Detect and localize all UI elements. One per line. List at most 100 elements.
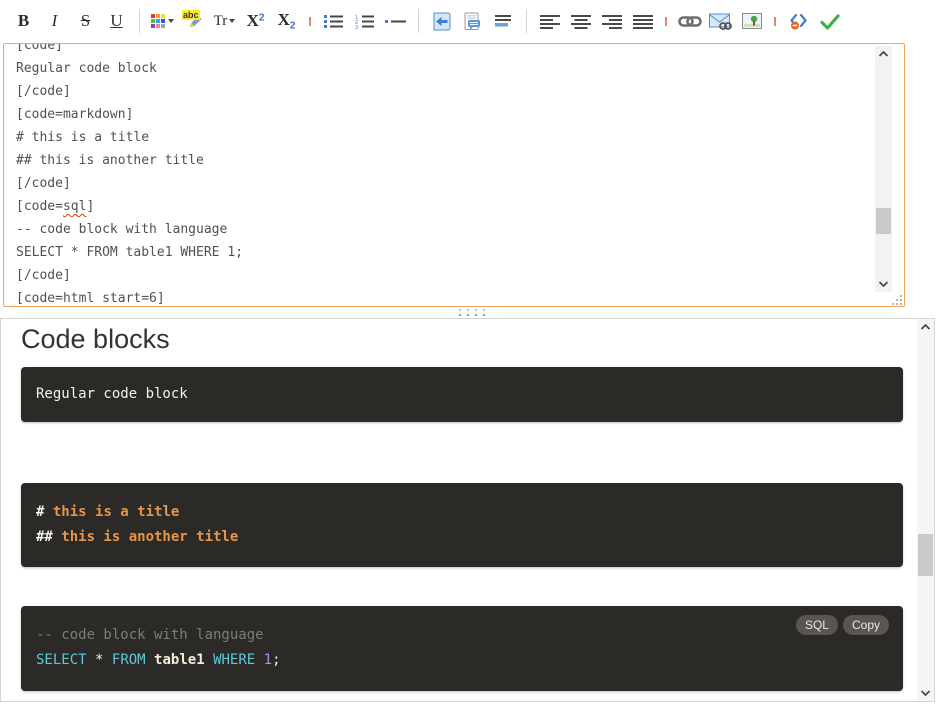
bold-icon: B [18,11,29,31]
code-line: SELECT * FROM table1 WHERE 1; [36,648,888,673]
grip-dots-icon [455,309,491,317]
source-code-icon [788,13,809,30]
editor-line: [/code] [16,264,870,287]
code-line: -- code block with language [36,623,888,648]
text-block-icon [495,14,513,28]
superscript-icon: X2 [247,11,265,31]
scroll-up-icon[interactable] [875,46,892,62]
preview-pane: Code blocks Regular code block # this is … [0,318,935,702]
quote-button[interactable] [427,6,456,36]
horizontal-rule-button[interactable] [381,6,410,36]
underline-button[interactable]: U [102,6,131,36]
chevron-down-icon [168,19,174,23]
italic-icon: I [52,11,58,31]
image-icon [742,13,762,29]
align-justify-button[interactable] [628,6,657,36]
horizontal-rule-icon [385,17,407,26]
editor-line: [code=markdown] [16,103,870,126]
bbcode-editor-app: B I S U abc Tr X2 X2 [0,0,946,706]
editor-viewport[interactable]: [code]Regular code block[/code][code=mar… [4,44,904,306]
editor-line: SELECT * FROM table1 WHERE 1; [16,241,870,264]
editor-line: [code] [16,44,870,57]
copy-badge[interactable]: Copy [843,615,889,635]
toolbar-separator [774,17,776,26]
highlight-abc-icon: abc [182,10,200,20]
toolbar-separator [139,9,140,33]
subscript-button[interactable]: X2 [272,6,301,36]
align-right-button[interactable] [597,6,626,36]
editor-toolbar: B I S U abc Tr X2 X2 [0,0,946,42]
pane-divider-grip[interactable] [453,308,493,318]
font-color-button[interactable] [148,6,177,36]
editor-line: [code=sql] [16,195,870,218]
text-block-button[interactable] [489,6,518,36]
chevron-down-icon [229,19,235,23]
view-source-button[interactable] [784,6,813,36]
toolbar-separator [526,9,527,33]
strikethrough-icon: S [81,11,90,31]
remove-format-button[interactable]: abc [179,6,208,36]
underline-icon: U [110,11,122,31]
link-icon [678,15,702,28]
align-right-icon [602,14,622,29]
editor-scrollbar[interactable] [875,46,892,292]
editor-line: -- code block with language [16,218,870,241]
editor-line: [/code] [16,80,870,103]
editor-scrollbar-thumb[interactable] [876,208,891,234]
bbcode-source-editor[interactable]: [code]Regular code block[/code][code=mar… [3,43,905,307]
align-left-icon [540,14,560,29]
subscript-icon: X2 [278,10,296,32]
preview-viewport: Code blocks Regular code block # this is … [1,319,917,701]
align-justify-icon [633,14,653,29]
ordered-list-icon: 1 2 3 [355,14,375,29]
preview-heading: Code blocks [21,323,897,355]
superscript-button[interactable]: X2 [241,6,270,36]
insert-email-button[interactable] [706,6,735,36]
align-center-button[interactable] [566,6,595,36]
editor-resize-grip[interactable] [891,293,903,305]
editor-line: # this is a title [16,126,870,149]
scroll-down-icon[interactable] [875,276,892,292]
editor-line: Regular code block [16,57,870,80]
font-family-button[interactable]: Tr [210,6,239,36]
editor-line: [/code] [16,172,870,195]
editor-line: [code=html start=6] [16,287,870,306]
bullet-list-button[interactable] [319,6,348,36]
code-block-badges: SQLCopy [796,615,889,635]
scroll-down-icon[interactable] [917,685,934,701]
color-palette-icon [151,14,166,28]
ordered-list-button[interactable]: 1 2 3 [350,6,379,36]
font-icon: Tr [214,13,228,30]
code-line: Regular code block [36,385,888,404]
toolbar-separator [418,9,419,33]
code-line: ## this is another title [36,525,888,550]
scroll-up-icon[interactable] [917,319,934,335]
check-icon [819,13,840,30]
insert-image-button[interactable] [737,6,766,36]
editor-content[interactable]: [code]Regular code block[/code][code=mar… [16,44,870,306]
code-line: # this is a title [36,500,888,525]
quote-icon [431,12,452,31]
bold-button[interactable]: B [9,6,38,36]
code-block-plain: Regular code block [21,367,903,422]
bullet-list-icon [324,14,344,29]
editor-line: ## this is another title [16,149,870,172]
code-block-markdown: # this is a title## this is another titl… [21,483,903,567]
code-blocks-container: Regular code block # this is a title## th… [1,367,917,691]
strikethrough-button[interactable]: S [71,6,100,36]
comment-page-button[interactable] [458,6,487,36]
toolbar-separator [309,17,311,26]
code-block-sql: SQLCopy-- code block with languageSELECT… [21,606,903,691]
sql-badge: SQL [796,615,838,635]
toolbar-separator [665,17,667,26]
email-icon [709,13,732,30]
preview-scrollbar-thumb[interactable] [918,534,933,576]
align-center-icon [571,14,591,29]
accept-button[interactable] [815,6,844,36]
insert-link-button[interactable] [675,6,704,36]
preview-scrollbar[interactable] [917,319,934,701]
italic-button[interactable]: I [40,6,69,36]
svg-text:3: 3 [355,25,358,29]
align-left-button[interactable] [535,6,564,36]
comment-page-icon [464,12,481,31]
